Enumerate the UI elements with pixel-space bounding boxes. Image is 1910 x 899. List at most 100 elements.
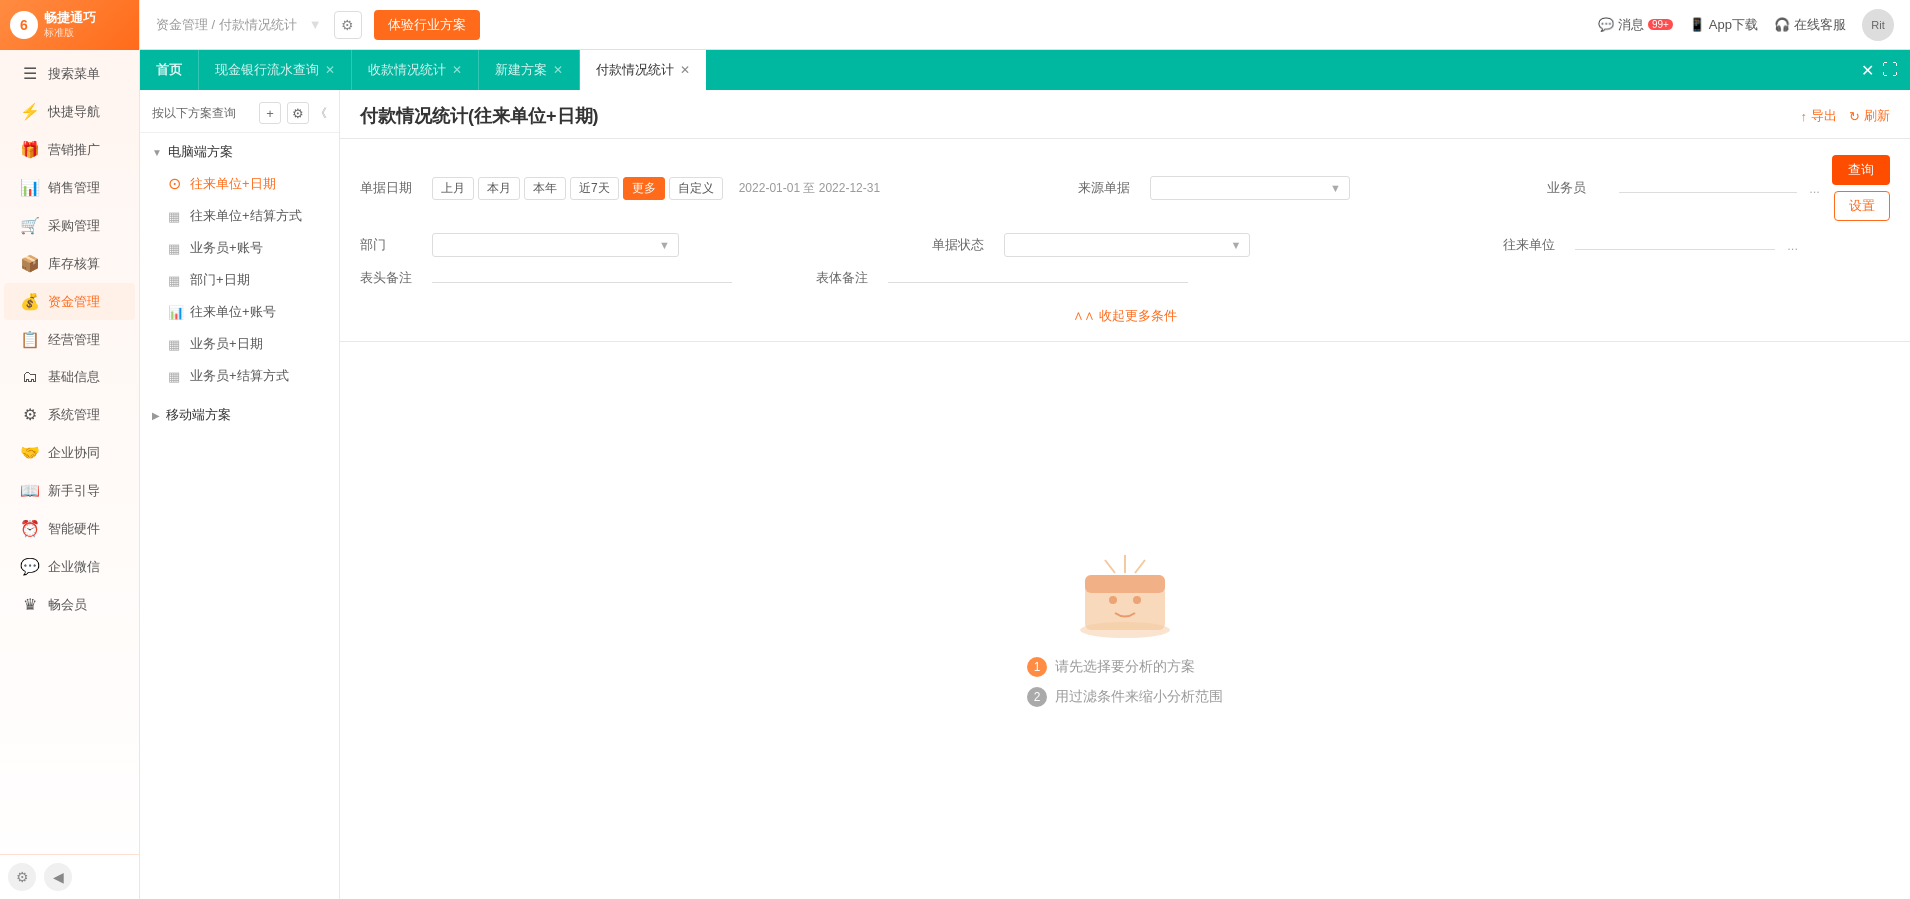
grid-icon-2: ▦ xyxy=(168,241,184,256)
prev-month-button[interactable]: 上月 xyxy=(432,177,474,200)
voucher-status-select[interactable]: ▼ xyxy=(1004,233,1251,257)
date-filter-label: 单据日期 xyxy=(360,179,420,197)
staff-input[interactable] xyxy=(1619,184,1797,193)
tab-payment-stats[interactable]: 付款情况统计 ✕ xyxy=(580,50,706,90)
scheme-item-staff-settlement[interactable]: ▦ 业务员+结算方式 xyxy=(140,360,339,392)
dept-chevron-down-icon: ▼ xyxy=(659,239,670,251)
sidebar-item-purchase[interactable]: 🛒 采购管理 xyxy=(4,207,135,244)
source-select[interactable]: ▼ xyxy=(1150,176,1350,200)
scheme-item-partner-account[interactable]: 📊 往来单位+账号 xyxy=(140,296,339,328)
empty-text-list: 1 请先选择要分析的方案 2 用过滤条件来缩小分析范围 xyxy=(1027,657,1223,707)
scheme-item-staff-date[interactable]: ▦ 业务员+日期 xyxy=(140,328,339,360)
sidebar-item-member[interactable]: ♛ 畅会员 xyxy=(4,586,135,623)
sidebar-item-sales[interactable]: 📊 销售管理 xyxy=(4,169,135,206)
inventory-icon: 📦 xyxy=(20,254,40,273)
tab-home[interactable]: 首页 xyxy=(140,50,199,90)
online-service-button[interactable]: 🎧 在线客服 xyxy=(1774,16,1846,34)
filter-settings-button[interactable]: 设置 xyxy=(1834,191,1890,221)
scheme-group-desktop-header[interactable]: ▼ 电脑端方案 xyxy=(140,137,339,167)
this-month-button[interactable]: 本月 xyxy=(478,177,520,200)
staff-ellipsis[interactable]: ... xyxy=(1809,181,1820,196)
sidebar-item-operations[interactable]: 📋 经营管理 xyxy=(4,321,135,358)
online-service-label: 在线客服 xyxy=(1794,16,1846,34)
tab-new-scheme-close[interactable]: ✕ xyxy=(553,63,563,77)
partner-filter-label: 往来单位 xyxy=(1503,236,1563,254)
scheme-collapse-button[interactable]: 《 xyxy=(315,105,327,122)
grid-icon-3: ▦ xyxy=(168,273,184,288)
sidebar-item-basic[interactable]: 🗂 基础信息 xyxy=(4,359,135,395)
sidebar-item-weixin[interactable]: 💬 企业微信 xyxy=(4,548,135,585)
sidebar-item-label: 畅会员 xyxy=(48,596,87,614)
refresh-button[interactable]: ↻ 刷新 xyxy=(1849,107,1890,125)
sidebar-item-marketing[interactable]: 🎁 营销推广 xyxy=(4,131,135,168)
sidebar-item-search[interactable]: ☰ 搜索菜单 xyxy=(4,55,135,92)
scheme-item-label: 业务员+账号 xyxy=(190,239,263,257)
breadcrumb: 资金管理 / 付款情况统计 xyxy=(156,16,297,34)
filter-row-1: 单据日期 上月 本月 本年 近7天 更多 自定义 2022-01-01 至 20… xyxy=(360,155,1890,221)
topbar-settings-button[interactable]: ⚙ xyxy=(334,11,362,39)
this-year-button[interactable]: 本年 xyxy=(524,177,566,200)
footer-settings-button[interactable]: ⚙ xyxy=(8,863,36,891)
sidebar-item-label: 经营管理 xyxy=(48,331,100,349)
tab-new-scheme[interactable]: 新建方案 ✕ xyxy=(479,50,580,90)
tab-maximize-button[interactable]: ⛶ xyxy=(1882,61,1898,79)
topbar-actions: 💬 消息 99+ 📱 App下载 🎧 在线客服 Rit xyxy=(1598,9,1894,41)
header-note-input[interactable] xyxy=(432,274,732,283)
partner-ellipsis[interactable]: ... xyxy=(1787,238,1798,253)
body-note-input[interactable] xyxy=(888,274,1188,283)
sidebar-item-enterprise[interactable]: 🤝 企业协同 xyxy=(4,434,135,471)
user-avatar[interactable]: Rit xyxy=(1862,9,1894,41)
scheme-item-partner-settlement[interactable]: ▦ 往来单位+结算方式 xyxy=(140,200,339,232)
basic-icon: 🗂 xyxy=(20,368,40,386)
scheme-item-partner-date[interactable]: ⊙ 往来单位+日期 xyxy=(140,167,339,200)
sidebar-item-quick-nav[interactable]: ⚡ 快捷导航 xyxy=(4,93,135,130)
quick-nav-icon: ⚡ xyxy=(20,102,40,121)
add-icon: + xyxy=(266,106,274,121)
sidebar-item-inventory[interactable]: 📦 库存核算 xyxy=(4,245,135,282)
tab-bank-flow-close[interactable]: ✕ xyxy=(325,63,335,77)
grid-icon: ▦ xyxy=(168,209,184,224)
scheme-item-label: 部门+日期 xyxy=(190,271,250,289)
footer-collapse-button[interactable]: ◀ xyxy=(44,863,72,891)
collapse-more-button[interactable]: ∧∧ 收起更多条件 xyxy=(360,299,1890,333)
scheme-item-staff-account[interactable]: ▦ 业务员+账号 xyxy=(140,232,339,264)
tab-receipt-stats[interactable]: 收款情况统计 ✕ xyxy=(352,50,479,90)
sidebar-item-label: 系统管理 xyxy=(48,406,100,424)
tab-close-all-button[interactable]: ✕ xyxy=(1861,61,1874,80)
sidebar-item-system[interactable]: ⚙ 系统管理 xyxy=(4,396,135,433)
partner-input[interactable] xyxy=(1575,241,1775,250)
sidebar-item-label: 营销推广 xyxy=(48,141,100,159)
search-menu-icon: ☰ xyxy=(20,64,40,83)
page-title: 付款情况统计(往来单位+日期) xyxy=(360,104,1801,128)
trial-button[interactable]: 体验行业方案 xyxy=(374,10,480,40)
page-area: 按以下方案查询 + ⚙ 《 ▼ 电脑端方案 ⊙ 往来单位+日期 xyxy=(140,90,1910,899)
dept-filter-label: 部门 xyxy=(360,236,420,254)
scheme-group-mobile-header[interactable]: ▶ 移动端方案 xyxy=(140,400,339,430)
tab-receipt-stats-close[interactable]: ✕ xyxy=(452,63,462,77)
dept-select[interactable]: ▼ xyxy=(432,233,679,257)
app-edition: 标准版 xyxy=(44,26,96,40)
sidebar-footer: ⚙ ◀ xyxy=(0,854,139,899)
svg-line-5 xyxy=(1105,560,1115,573)
last-7days-button[interactable]: 近7天 xyxy=(570,177,619,200)
message-button[interactable]: 💬 消息 99+ xyxy=(1598,16,1673,34)
empty-hint-2: 2 用过滤条件来缩小分析范围 xyxy=(1027,687,1223,707)
query-button[interactable]: 查询 xyxy=(1832,155,1890,185)
more-date-button[interactable]: 更多 xyxy=(623,177,665,200)
sidebar-item-capital[interactable]: 💰 资金管理 xyxy=(4,283,135,320)
logo-icon: 6 xyxy=(10,11,38,39)
custom-date-button[interactable]: 自定义 xyxy=(669,177,723,200)
sidebar-item-label: 库存核算 xyxy=(48,255,100,273)
export-button[interactable]: ↑ 导出 xyxy=(1801,107,1838,125)
sidebar-item-hardware[interactable]: ⏰ 智能硬件 xyxy=(4,510,135,547)
sidebar: 6 畅捷通巧 标准版 ☰ 搜索菜单 ⚡ 快捷导航 🎁 营销推广 📊 销售管理 🛒… xyxy=(0,0,140,899)
scheme-add-button[interactable]: + xyxy=(259,102,281,124)
empty-illustration xyxy=(1055,535,1195,645)
scheme-settings-button[interactable]: ⚙ xyxy=(287,102,309,124)
scheme-item-dept-date[interactable]: ▦ 部门+日期 xyxy=(140,264,339,296)
app-download-button[interactable]: 📱 App下载 xyxy=(1689,16,1758,34)
tab-bank-flow[interactable]: 现金银行流水查询 ✕ xyxy=(199,50,352,90)
scheme-group-desktop: ▼ 电脑端方案 ⊙ 往来单位+日期 ▦ 往来单位+结算方式 ▦ 业务员+账号 ▦ xyxy=(140,133,339,396)
tab-payment-stats-close[interactable]: ✕ xyxy=(680,63,690,77)
sidebar-item-guide[interactable]: 📖 新手引导 xyxy=(4,472,135,509)
